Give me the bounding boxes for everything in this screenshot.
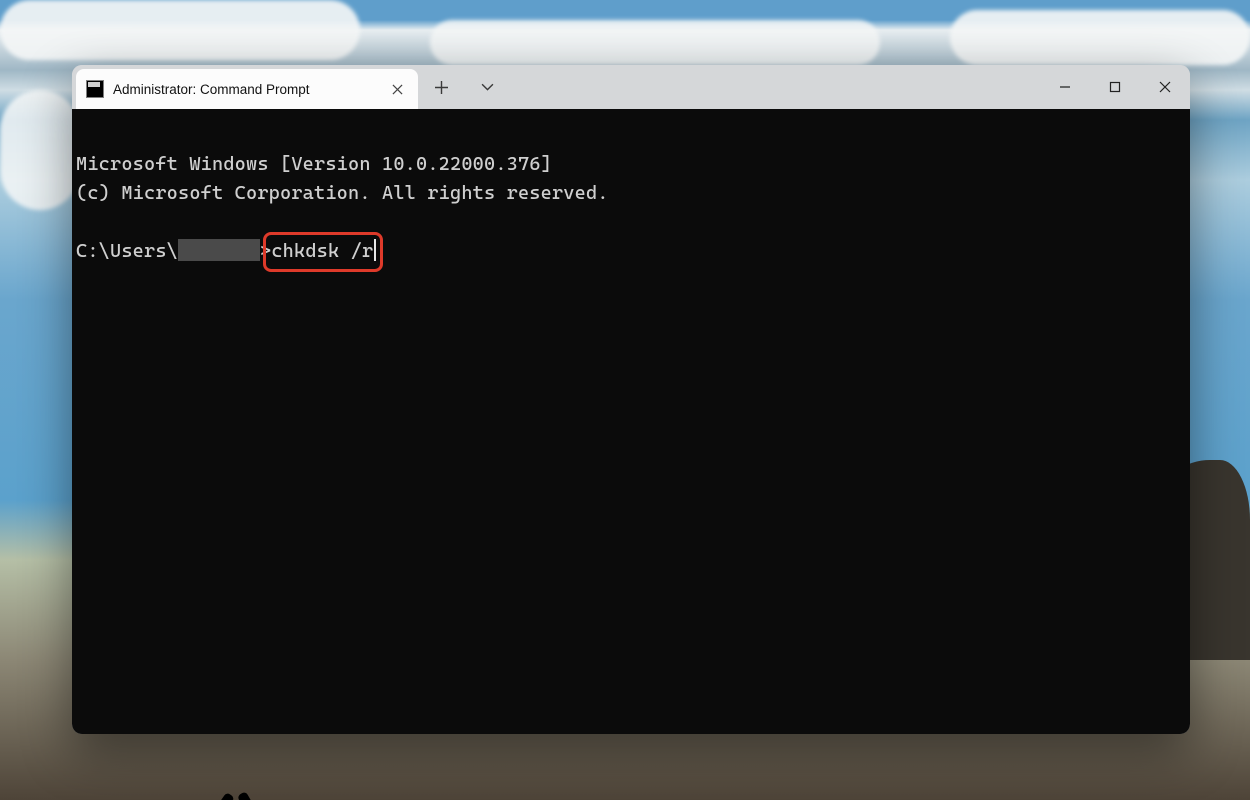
cloud-decoration	[430, 20, 880, 65]
titlebar[interactable]: Administrator: Command Prompt	[72, 65, 1190, 109]
cloud-decoration	[950, 10, 1250, 65]
terminal-prompt-line: C:\Users\ >chkdsk /r	[76, 240, 376, 262]
plus-icon	[435, 81, 448, 94]
tab-dropdown-button[interactable]	[464, 65, 510, 109]
titlebar-drag-area[interactable]	[510, 65, 1040, 109]
maximize-icon	[1109, 81, 1121, 93]
close-icon	[1159, 81, 1171, 93]
redacted-username	[178, 239, 260, 261]
desktop-background: Administrator: Command Prompt	[0, 0, 1250, 800]
new-tab-button[interactable]	[418, 65, 464, 109]
minimize-icon	[1059, 81, 1071, 93]
text-caret	[374, 239, 376, 261]
terminal-command-input[interactable]: chkdsk /r	[271, 240, 373, 262]
prompt-prefix: C:\Users\	[76, 240, 178, 262]
terminal-output-line: (c) Microsoft Corporation. All rights re…	[76, 182, 609, 204]
maximize-button[interactable]	[1090, 65, 1140, 109]
close-window-button[interactable]	[1140, 65, 1190, 109]
chevron-down-icon	[481, 81, 494, 94]
prompt-suffix: >	[260, 240, 271, 262]
tab-title: Administrator: Command Prompt	[113, 82, 375, 97]
terminal-window: Administrator: Command Prompt	[72, 65, 1190, 734]
minimize-button[interactable]	[1040, 65, 1090, 109]
cloud-decoration	[0, 0, 360, 60]
cloud-decoration	[0, 90, 80, 210]
close-icon	[392, 84, 403, 95]
tab-close-button[interactable]	[384, 76, 410, 102]
tab-command-prompt[interactable]: Administrator: Command Prompt	[76, 69, 418, 109]
terminal-output-line: Microsoft Windows [Version 10.0.22000.37…	[76, 153, 552, 175]
terminal-body[interactable]: Microsoft Windows [Version 10.0.22000.37…	[72, 109, 1190, 734]
command-prompt-icon	[86, 80, 104, 98]
